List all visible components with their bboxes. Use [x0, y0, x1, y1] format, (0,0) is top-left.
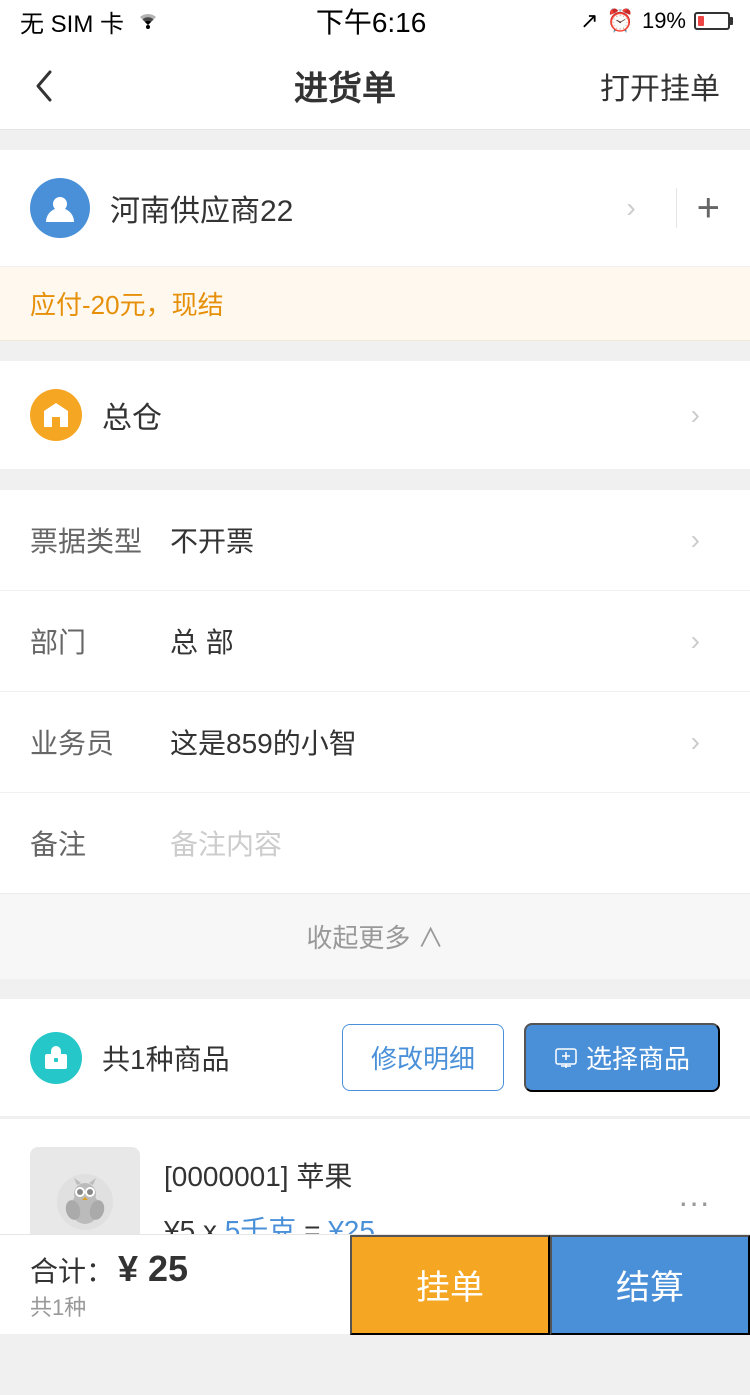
add-supplier-button[interactable]: + — [697, 186, 720, 231]
invoice-type-label: 票据类型 — [30, 520, 170, 560]
gap2 — [0, 341, 750, 361]
select-product-button[interactable]: 选择商品 — [524, 1023, 720, 1092]
warehouse-row[interactable]: 总仓 › — [0, 361, 750, 469]
bottom-bar: 合计： ¥ 25 共1种 挂单 结算 — [0, 1234, 750, 1334]
battery-percent: 19% — [642, 8, 686, 34]
alarm-icon: ⏰ — [607, 8, 634, 34]
total-section: 合计： ¥ 25 共1种 — [0, 1248, 350, 1322]
product-icon — [30, 1032, 82, 1084]
form-section: 票据类型 不开票 › 部门 总 部 › 业务员 这是859的小智 › 备注 备注… — [0, 489, 750, 893]
department-row[interactable]: 部门 总 部 › — [0, 590, 750, 691]
gap4 — [0, 979, 750, 999]
warehouse-icon — [30, 389, 82, 441]
supplier-divider — [676, 188, 677, 228]
supplier-avatar — [30, 178, 90, 238]
select-product-label: 选择商品 — [586, 1039, 690, 1076]
nav-bar: 进货单 打开挂单 — [0, 42, 750, 130]
warehouse-section: 总仓 › — [0, 361, 750, 469]
product-name: [0000001] 苹果 — [164, 1155, 668, 1195]
department-arrow-icon: › — [691, 625, 700, 657]
supplier-name: 河南供应商22 — [110, 186, 626, 230]
carrier-text: 无 SIM 卡 — [20, 4, 124, 39]
total-count: 共1种 — [30, 1290, 320, 1322]
salesman-label: 业务员 — [30, 722, 170, 762]
supplier-info-banner: 应付-20元，现结 — [0, 267, 750, 341]
salesman-value: 这是859的小智 — [170, 722, 691, 762]
gap3 — [0, 469, 750, 489]
checkout-button[interactable]: 结算 — [550, 1235, 750, 1335]
back-button[interactable] — [30, 64, 90, 108]
total-label: 合计： — [30, 1250, 114, 1290]
salesman-row[interactable]: 业务员 这是859的小智 › — [0, 691, 750, 792]
collapse-button[interactable]: 收起更多 ∧ — [0, 893, 750, 979]
status-left: 无 SIM 卡 — [20, 4, 162, 39]
wifi-icon — [134, 7, 162, 36]
warehouse-name: 总仓 — [102, 393, 691, 437]
total-amount: ¥ 25 — [118, 1248, 188, 1290]
status-bar: 无 SIM 卡 下午6:16 ↗ ⏰ 19% — [0, 0, 750, 42]
department-label: 部门 — [30, 621, 170, 661]
status-time: 下午6:16 — [316, 1, 427, 41]
invoice-type-arrow-icon: › — [691, 524, 700, 556]
invoice-type-row[interactable]: 票据类型 不开票 › — [0, 489, 750, 590]
pending-button[interactable]: 挂单 — [350, 1235, 550, 1335]
page-title: 进货单 — [294, 61, 396, 110]
remark-row[interactable]: 备注 备注内容 — [0, 792, 750, 893]
product-count: 共1种商品 — [102, 1038, 322, 1078]
status-right: ↗ ⏰ 19% — [580, 8, 730, 34]
salesman-arrow-icon: › — [691, 726, 700, 758]
supplier-arrow-icon: › — [626, 192, 635, 224]
location-icon: ↗ — [580, 8, 598, 34]
product-title: 苹果 — [296, 1161, 352, 1192]
department-value: 总 部 — [170, 621, 691, 661]
battery-icon — [694, 12, 730, 30]
product-code: [0000001] — [164, 1161, 289, 1192]
gap1 — [0, 130, 750, 150]
product-header: 共1种商品 修改明细 选择商品 — [0, 999, 750, 1116]
supplier-row[interactable]: 河南供应商22 › + — [0, 150, 750, 267]
remark-label: 备注 — [30, 823, 170, 863]
product-more-button[interactable]: ··· — [668, 1174, 720, 1231]
open-pending-button[interactable]: 打开挂单 — [600, 64, 720, 108]
remark-input[interactable]: 备注内容 — [170, 823, 720, 863]
edit-detail-button[interactable]: 修改明细 — [342, 1024, 504, 1091]
invoice-type-value: 不开票 — [170, 520, 691, 560]
warehouse-arrow-icon: › — [691, 399, 700, 431]
supplier-section: 河南供应商22 › + 应付-20元，现结 — [0, 150, 750, 341]
